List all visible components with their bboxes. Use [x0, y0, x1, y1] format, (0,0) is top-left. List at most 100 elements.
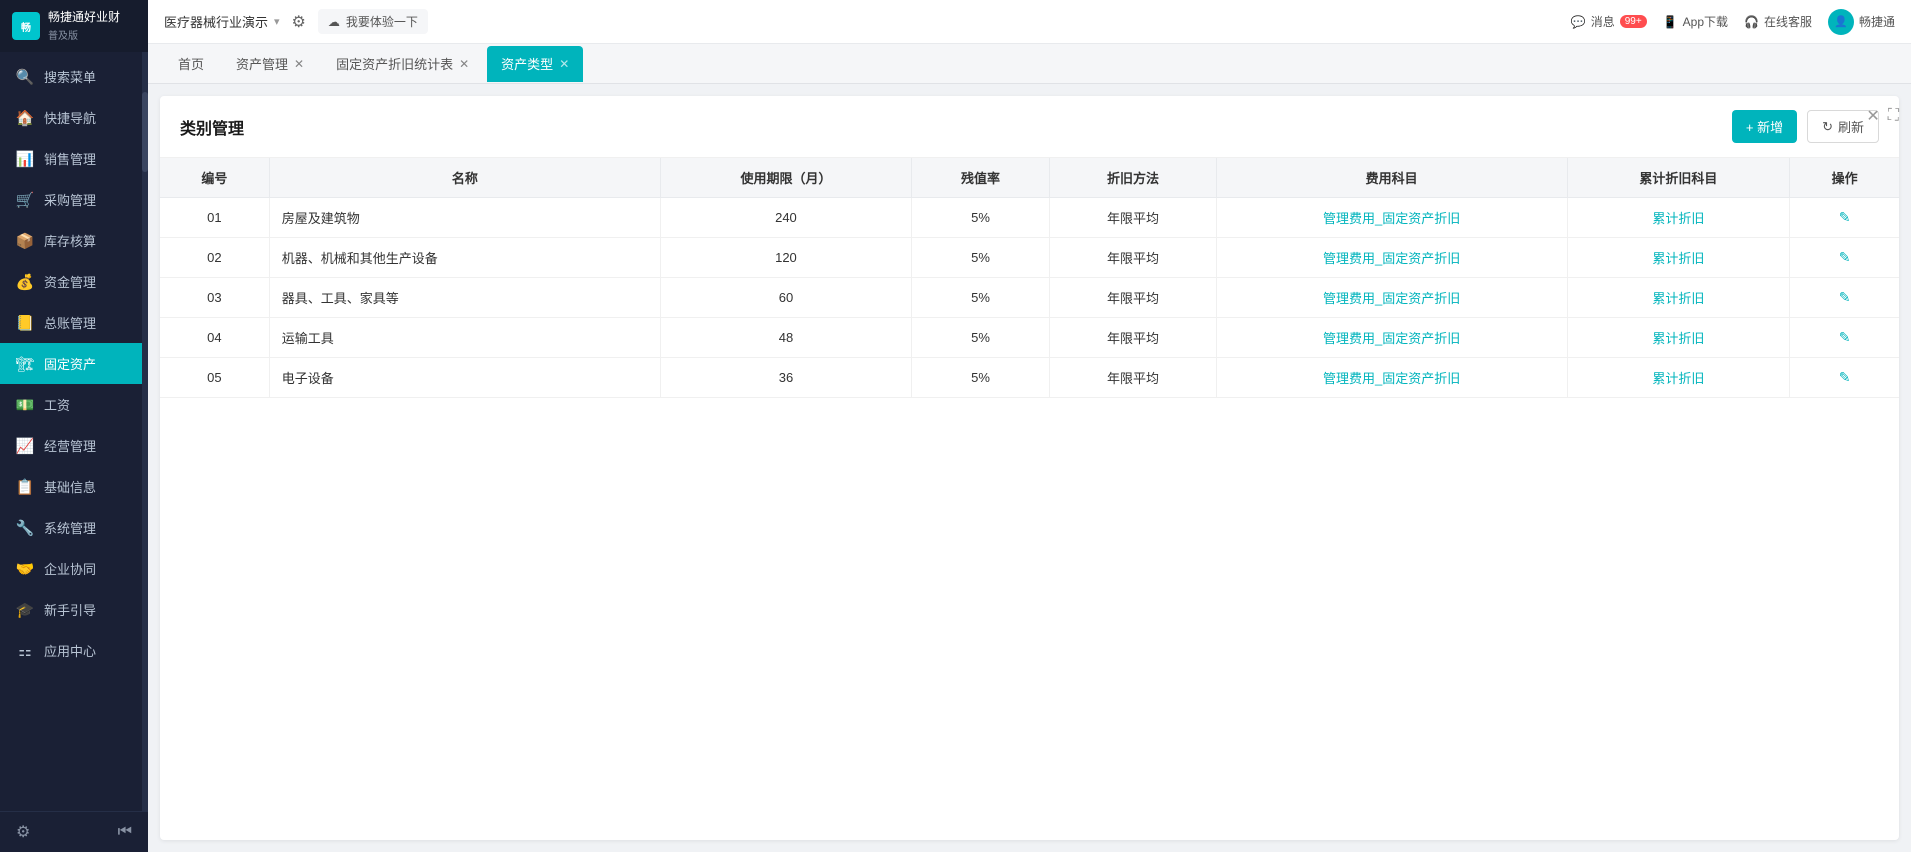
link-cell[interactable]: 管理费用_固定资产折旧 — [1323, 331, 1460, 346]
link-cell[interactable]: 管理费用_固定资产折旧 — [1323, 251, 1460, 266]
table-cell[interactable]: ✎ — [1790, 278, 1899, 318]
table-cell[interactable]: 管理费用_固定资产折旧 — [1216, 278, 1567, 318]
sidebar-item-business[interactable]: 📈经营管理 — [0, 425, 142, 466]
edit-icon[interactable]: ✎ — [1839, 249, 1851, 265]
col-header: 使用期限（月） — [661, 158, 912, 198]
sidebar-item-ledger[interactable]: 📒总账管理 — [0, 302, 142, 343]
table-row: 02机器、机械和其他生产设备1205%年限平均管理费用_固定资产折旧累计折旧✎ — [160, 238, 1899, 278]
link-cell[interactable]: 累计折旧 — [1652, 211, 1704, 226]
tab-home[interactable]: 首页 — [164, 46, 218, 82]
link-cell[interactable]: 累计折旧 — [1652, 251, 1704, 266]
table-cell[interactable]: 管理费用_固定资产折旧 — [1216, 238, 1567, 278]
nav-label-app-center: 应用中心 — [44, 641, 96, 660]
sidebar-item-payroll[interactable]: 💵 工资 — [0, 384, 142, 425]
link-cell[interactable]: 管理费用_固定资产折旧 — [1323, 371, 1460, 386]
close-window-icon[interactable]: ✕ — [1866, 106, 1879, 126]
table-cell[interactable]: ✎ — [1790, 358, 1899, 398]
table-cell[interactable]: 累计折旧 — [1567, 278, 1790, 318]
sidebar-item-capital[interactable]: 💰资金管理 — [0, 261, 142, 302]
user-menu[interactable]: 👤 畅捷通 — [1828, 9, 1895, 35]
sidebar-item-fixed-assets[interactable]: 🏗固定资产 — [0, 343, 142, 384]
logo-name: 畅捷通好业财 — [48, 10, 120, 26]
table-cell[interactable]: 管理费用_固定资产折旧 — [1216, 358, 1567, 398]
app-download-label: App下载 — [1683, 13, 1728, 30]
nav-label-payroll: 工资 — [44, 395, 70, 414]
edit-icon[interactable]: ✎ — [1839, 289, 1851, 305]
new-button[interactable]: + 新增 — [1732, 110, 1797, 143]
sidebar-footer: ⚙ ⏮ — [0, 811, 148, 852]
collapse-icon[interactable]: ⏮ — [118, 823, 132, 841]
table-cell: 年限平均 — [1050, 278, 1217, 318]
table-cell[interactable]: ✎ — [1790, 238, 1899, 278]
tab-label-home: 首页 — [178, 54, 204, 73]
sidebar-item-enterprise[interactable]: 🤝企业协同 — [0, 548, 142, 589]
link-cell[interactable]: 累计折旧 — [1652, 291, 1704, 306]
edit-icon[interactable]: ✎ — [1839, 329, 1851, 345]
settings-icon[interactable]: ⚙ — [16, 822, 30, 842]
table-cell[interactable]: 管理费用_固定资产折旧 — [1216, 198, 1567, 238]
sidebar-scrollbar[interactable] — [142, 52, 148, 811]
col-header: 名称 — [269, 158, 660, 198]
sidebar-item-inventory[interactable]: 📦库存核算 — [0, 220, 142, 261]
nav-icon-inventory: 📦 — [16, 232, 34, 250]
header-settings-icon[interactable]: ⚙ — [292, 12, 306, 32]
module-chevron-icon: ▾ — [274, 15, 280, 28]
sidebar-item-purchase[interactable]: 🛒采购管理 — [0, 179, 142, 220]
tab-asset-management[interactable]: 资产管理✕ — [222, 46, 318, 82]
page-title: 类别管理 — [180, 115, 244, 139]
table-cell: 年限平均 — [1050, 358, 1217, 398]
app-download-button[interactable]: 📱 App下载 — [1663, 13, 1728, 30]
notifications-button[interactable]: 💬 消息 99+ — [1571, 13, 1647, 30]
maximize-window-icon[interactable]: ⛶ — [1888, 107, 1899, 125]
sidebar-item-system[interactable]: 🔧系统管理 — [0, 507, 142, 548]
nav-icon-payroll: 💵 — [16, 396, 34, 414]
tab-asset-type[interactable]: 资产类型✕ — [487, 46, 583, 82]
tab-close-asset-type[interactable]: ✕ — [559, 57, 569, 71]
link-cell[interactable]: 累计折旧 — [1652, 371, 1704, 386]
table-wrap: 编号名称使用期限（月）残值率折旧方法费用科目累计折旧科目操作 01房屋及建筑物2… — [160, 158, 1899, 840]
table-cell: 器具、工具、家具等 — [269, 278, 660, 318]
table-row: 05电子设备365%年限平均管理费用_固定资产折旧累计折旧✎ — [160, 358, 1899, 398]
module-selector[interactable]: 医疗器械行业演示 ▾ — [164, 12, 280, 31]
sidebar-item-quick-nav[interactable]: 🏠快捷导航 — [0, 97, 142, 138]
table-cell: 年限平均 — [1050, 198, 1217, 238]
table-cell: 60 — [661, 278, 912, 318]
table-cell[interactable]: 累计折旧 — [1567, 198, 1790, 238]
table-cell[interactable]: 累计折旧 — [1567, 238, 1790, 278]
col-header: 操作 — [1790, 158, 1899, 198]
table-cell[interactable]: 管理费用_固定资产折旧 — [1216, 318, 1567, 358]
table-cell: 房屋及建筑物 — [269, 198, 660, 238]
nav-label-basic-info: 基础信息 — [44, 477, 96, 496]
sidebar-item-search[interactable]: 🔍搜索菜单 — [0, 56, 142, 97]
tab-close-fixed-asset-depreciation[interactable]: ✕ — [459, 57, 469, 71]
link-cell[interactable]: 管理费用_固定资产折旧 — [1323, 291, 1460, 306]
table-cell[interactable]: ✎ — [1790, 198, 1899, 238]
tab-label-fixed-asset-depreciation: 固定资产折旧统计表 — [336, 54, 453, 73]
tab-close-asset-management[interactable]: ✕ — [294, 57, 304, 71]
table-cell[interactable]: 累计折旧 — [1567, 318, 1790, 358]
table-row: 04运输工具485%年限平均管理费用_固定资产折旧累计折旧✎ — [160, 318, 1899, 358]
sidebar-item-basic-info[interactable]: 📋基础信息 — [0, 466, 142, 507]
online-service-button[interactable]: 🎧 在线客服 — [1744, 13, 1812, 30]
edit-icon[interactable]: ✎ — [1839, 209, 1851, 225]
edit-icon[interactable]: ✎ — [1839, 369, 1851, 385]
table-body: 01房屋及建筑物2405%年限平均管理费用_固定资产折旧累计折旧✎02机器、机械… — [160, 198, 1899, 398]
sidebar-item-guide[interactable]: 🎓新手引导 — [0, 589, 142, 630]
table-cell[interactable]: ✎ — [1790, 318, 1899, 358]
link-cell[interactable]: 累计折旧 — [1652, 331, 1704, 346]
table-cell: 年限平均 — [1050, 238, 1217, 278]
sidebar-item-app-center[interactable]: ⚏应用中心 — [0, 630, 142, 671]
header-left: 医疗器械行业演示 ▾ ⚙ ☁ 我要体验一下 — [164, 9, 428, 34]
col-header: 累计折旧科目 — [1567, 158, 1790, 198]
experience-button[interactable]: ☁ 我要体验一下 — [318, 9, 428, 34]
sidebar-item-sales[interactable]: 📊销售管理 — [0, 138, 142, 179]
nav-label-business: 经营管理 — [44, 436, 96, 455]
table-cell[interactable]: 累计折旧 — [1567, 358, 1790, 398]
table-cell: 48 — [661, 318, 912, 358]
link-cell[interactable]: 管理费用_固定资产折旧 — [1323, 211, 1460, 226]
module-name: 医疗器械行业演示 — [164, 12, 268, 31]
avatar: 👤 — [1828, 9, 1854, 35]
tab-fixed-asset-depreciation[interactable]: 固定资产折旧统计表 ✕ — [322, 46, 483, 82]
table-header-row: 编号名称使用期限（月）残值率折旧方法费用科目累计折旧科目操作 — [160, 158, 1899, 198]
notifications-label: 消息 — [1591, 13, 1615, 30]
